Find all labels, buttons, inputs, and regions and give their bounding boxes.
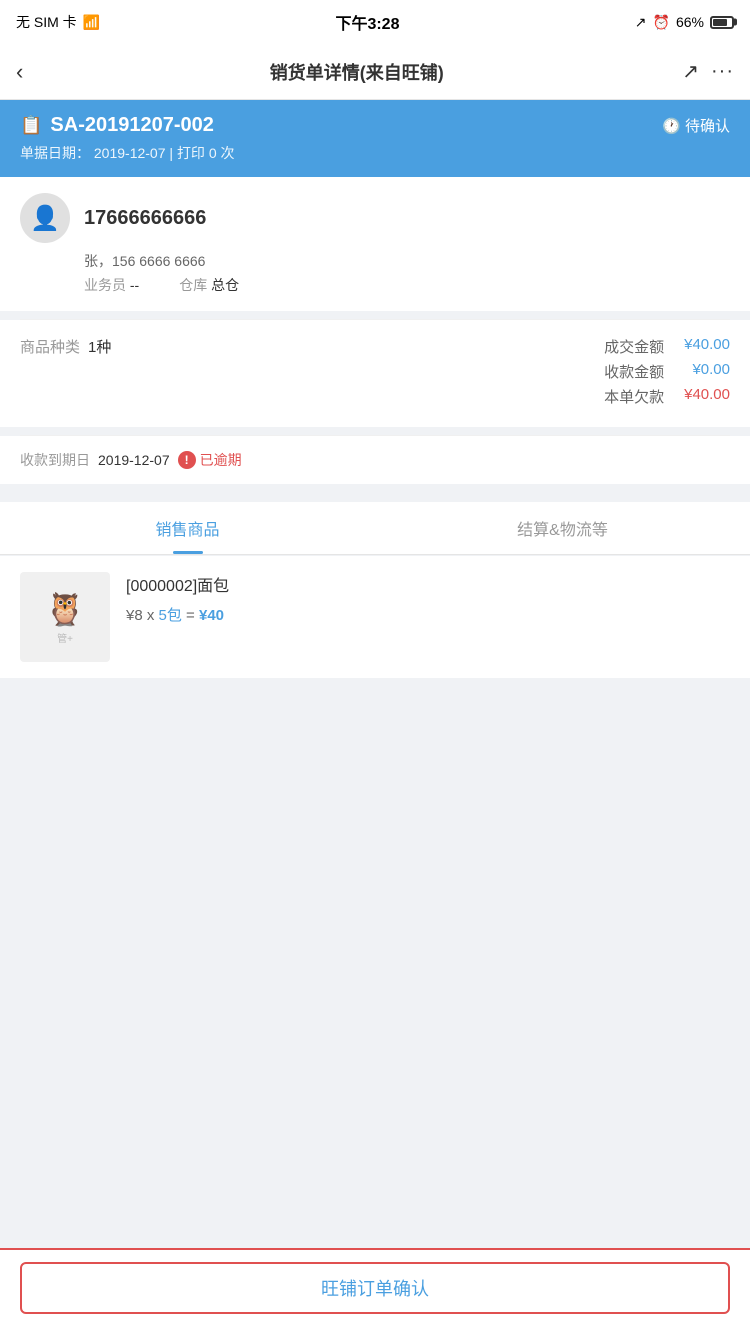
status-bar-left: 无 SIM 卡 📶	[16, 12, 100, 32]
order-icon: 📋	[20, 115, 42, 136]
summary-row-3: 本单欠款 ¥40.00	[604, 386, 730, 407]
customer-info: 张，156 6666 6666	[84, 251, 730, 271]
product-price-row: ¥8 x 5包 = ¥40	[126, 604, 730, 625]
overdue-icon: !	[178, 451, 196, 469]
order-header-top: 📋 SA-20191207-002 🕐 待确认	[20, 114, 730, 137]
more-icon[interactable]: ···	[711, 60, 734, 83]
product-equals: =	[182, 607, 199, 624]
gray-separator	[0, 492, 750, 502]
sales-rep-attr: 业务员 --	[84, 275, 139, 295]
avatar: 👤	[20, 193, 70, 243]
location-icon: ↗	[635, 14, 647, 31]
summary-left: 商品种类 1种	[20, 336, 111, 357]
brand-text: 管+	[57, 630, 73, 645]
amount-label-2: 收款金额	[604, 361, 664, 382]
warehouse-value: 总仓	[211, 277, 239, 293]
status-bar-right: ↗ ⏰ 66%	[635, 14, 734, 31]
amount-value-2: ¥0.00	[692, 361, 730, 382]
sales-rep-value: --	[130, 277, 139, 293]
meta-print: 打印 0 次	[177, 145, 235, 161]
battery-percent: 66%	[676, 14, 704, 30]
summary-row-2: 收款金额 ¥0.00	[604, 361, 730, 382]
overdue-text: 已逾期	[200, 450, 242, 470]
alarm-icon: ⏰	[653, 14, 670, 31]
page-title: 销货单详情(来自旺铺)	[31, 59, 682, 85]
warehouse-attr: 仓库 总仓	[179, 275, 239, 295]
product-info: [0000002]面包 ¥8 x 5包 = ¥40	[126, 572, 730, 625]
product-section: 🦉 管+ [0000002]面包 ¥8 x 5包 = ¥40	[0, 556, 750, 678]
battery-icon	[710, 16, 734, 29]
product-type-value: 1种	[88, 336, 111, 357]
status-icon: 🕐	[662, 117, 681, 135]
amount-label-3: 本单欠款	[604, 386, 664, 407]
product-name: [0000002]面包	[126, 572, 730, 596]
product-price: ¥8 x	[126, 607, 159, 624]
tab-sales[interactable]: 销售商品	[0, 502, 375, 554]
sales-rep-label: 业务员	[84, 277, 126, 293]
order-id-text: SA-20191207-002	[50, 114, 213, 137]
order-status: 🕐 待确认	[662, 115, 730, 136]
amount-value-3: ¥40.00	[684, 386, 730, 407]
customer-row: 👤 17666666666	[20, 193, 730, 243]
customer-section: 👤 17666666666 张，156 6666 6666 业务员 -- 仓库 …	[0, 177, 750, 311]
confirm-button[interactable]: 旺铺订单确认	[20, 1262, 730, 1314]
product-qty: 5包	[159, 607, 182, 624]
order-meta: 单据日期： 2019-12-07 | 打印 0 次	[20, 143, 730, 163]
status-bar-time: 下午3:28	[335, 10, 399, 34]
share-icon[interactable]: ↗	[682, 59, 699, 84]
tab-settlement[interactable]: 结算&物流等	[375, 502, 750, 554]
wifi-icon: 📶	[83, 14, 100, 31]
product-thumbnail: 🦉 管+	[20, 572, 110, 662]
summary-row-1: 成交金额 ¥40.00	[604, 336, 730, 357]
overdue-badge: ! 已逾期	[178, 450, 242, 470]
due-section: 收款到期日 2019-12-07 ! 已逾期	[0, 436, 750, 484]
meta-date-value: 2019-12-07	[94, 145, 166, 161]
product-type-label: 商品种类	[20, 336, 80, 357]
product-logo: 🦉 管+	[45, 590, 85, 645]
meta-date-label: 单据日期：	[20, 145, 90, 161]
nav-actions: ↗ ···	[682, 59, 734, 84]
summary-section: 商品种类 1种 成交金额 ¥40.00 收款金额 ¥0.00 本单欠款 ¥40.…	[0, 320, 750, 427]
tabs: 销售商品 结算&物流等	[0, 502, 750, 555]
order-header: 📋 SA-20191207-002 🕐 待确认 单据日期： 2019-12-07…	[0, 100, 750, 177]
status-bar: 无 SIM 卡 📶 下午3:28 ↗ ⏰ 66%	[0, 0, 750, 44]
due-label: 收款到期日	[20, 450, 90, 470]
order-id: 📋 SA-20191207-002	[20, 114, 214, 137]
summary-right: 成交金额 ¥40.00 收款金额 ¥0.00 本单欠款 ¥40.00	[604, 336, 730, 411]
product-total: ¥40	[199, 607, 224, 624]
bottom-content	[0, 678, 750, 878]
due-date-value: 2019-12-07	[98, 452, 170, 468]
nav-bar: ‹ 销货单详情(来自旺铺) ↗ ···	[0, 44, 750, 100]
warehouse-label: 仓库	[179, 277, 207, 293]
avatar-icon: 👤	[30, 204, 60, 233]
customer-attrs: 业务员 -- 仓库 总仓	[84, 275, 730, 295]
amount-label-1: 成交金额	[604, 336, 664, 357]
carrier-text: 无 SIM 卡	[16, 12, 77, 32]
meta-separator: |	[169, 145, 177, 161]
amount-value-1: ¥40.00	[684, 336, 730, 357]
customer-phone: 17666666666	[84, 207, 206, 230]
status-text: 待确认	[685, 115, 730, 136]
back-button[interactable]: ‹	[8, 51, 31, 93]
bottom-bar: 旺铺订单确认	[0, 1248, 750, 1334]
product-item: 🦉 管+ [0000002]面包 ¥8 x 5包 = ¥40	[20, 572, 730, 662]
